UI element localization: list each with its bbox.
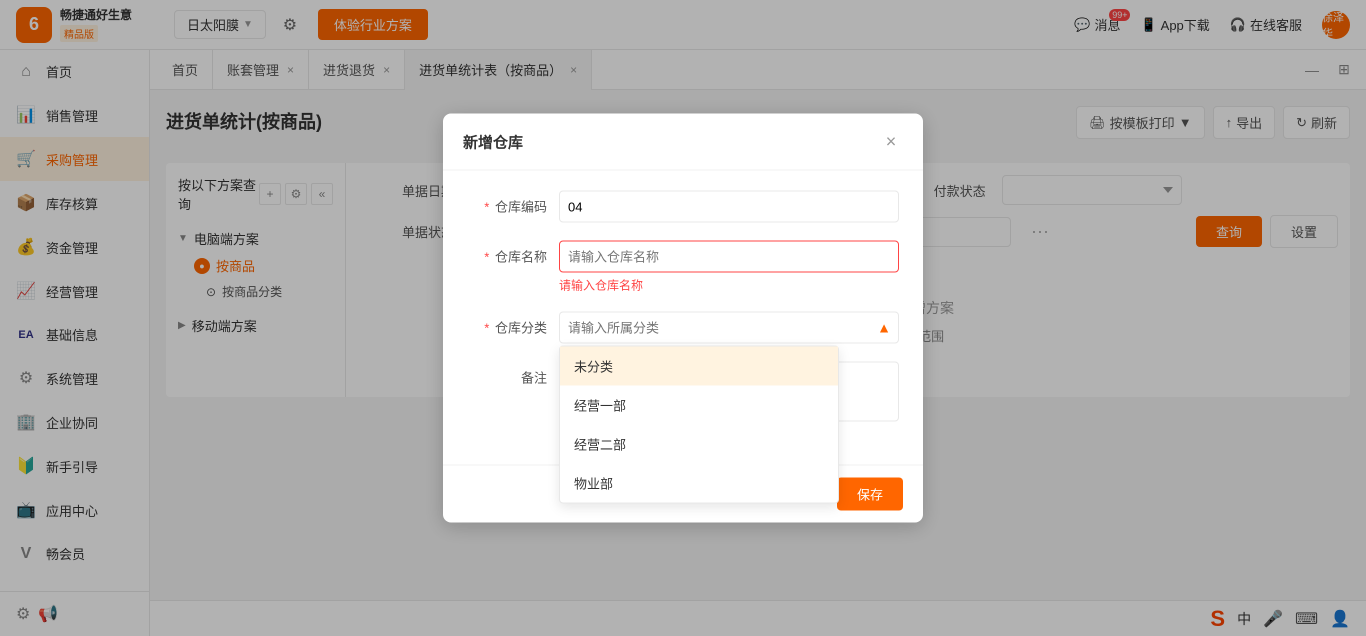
warehouse-code-label: * 仓库编码 xyxy=(467,191,547,216)
warehouse-code-input[interactable] xyxy=(559,191,899,223)
modal-title: 新增仓库 xyxy=(463,131,523,152)
dropdown-item-1[interactable]: 经营一部 xyxy=(560,386,838,425)
form-row-category: * 仓库分类 ▲ 未分类 经营一部 经营二部 物业部 xyxy=(467,312,899,344)
warehouse-name-error: 请输入仓库名称 xyxy=(559,277,899,294)
save-button[interactable]: 保存 xyxy=(837,478,903,511)
form-row-code: * 仓库编码 xyxy=(467,191,899,223)
form-row-name: * 仓库名称 请输入仓库名称 xyxy=(467,241,899,294)
modal-header: 新增仓库 × xyxy=(443,114,923,171)
warehouse-name-input[interactable] xyxy=(559,241,899,273)
dropdown-item-2[interactable]: 经营二部 xyxy=(560,425,838,464)
modal-body: * 仓库编码 * 仓库名称 请输入仓库名称 * 仓库分类 xyxy=(443,171,923,465)
new-warehouse-modal: 新增仓库 × * 仓库编码 * 仓库名称 请输入仓库名称 xyxy=(443,114,923,523)
warehouse-category-input[interactable] xyxy=(559,312,899,344)
category-input-wrapper: ▲ xyxy=(559,312,899,344)
notes-label: 备注 xyxy=(467,362,547,387)
warehouse-category-field: ▲ 未分类 经营一部 经营二部 物业部 xyxy=(559,312,899,344)
warehouse-name-label: * 仓库名称 xyxy=(467,241,547,266)
dropdown-item-0[interactable]: 未分类 xyxy=(560,347,838,386)
warehouse-code-field xyxy=(559,191,899,223)
modal-close-btn[interactable]: × xyxy=(879,130,903,154)
warehouse-name-field: 请输入仓库名称 xyxy=(559,241,899,294)
warehouse-category-label: * 仓库分类 xyxy=(467,312,547,337)
category-dropdown: 未分类 经营一部 经营二部 物业部 xyxy=(559,346,839,504)
dropdown-item-3[interactable]: 物业部 xyxy=(560,464,838,503)
category-toggle-icon[interactable]: ▲ xyxy=(877,320,891,336)
